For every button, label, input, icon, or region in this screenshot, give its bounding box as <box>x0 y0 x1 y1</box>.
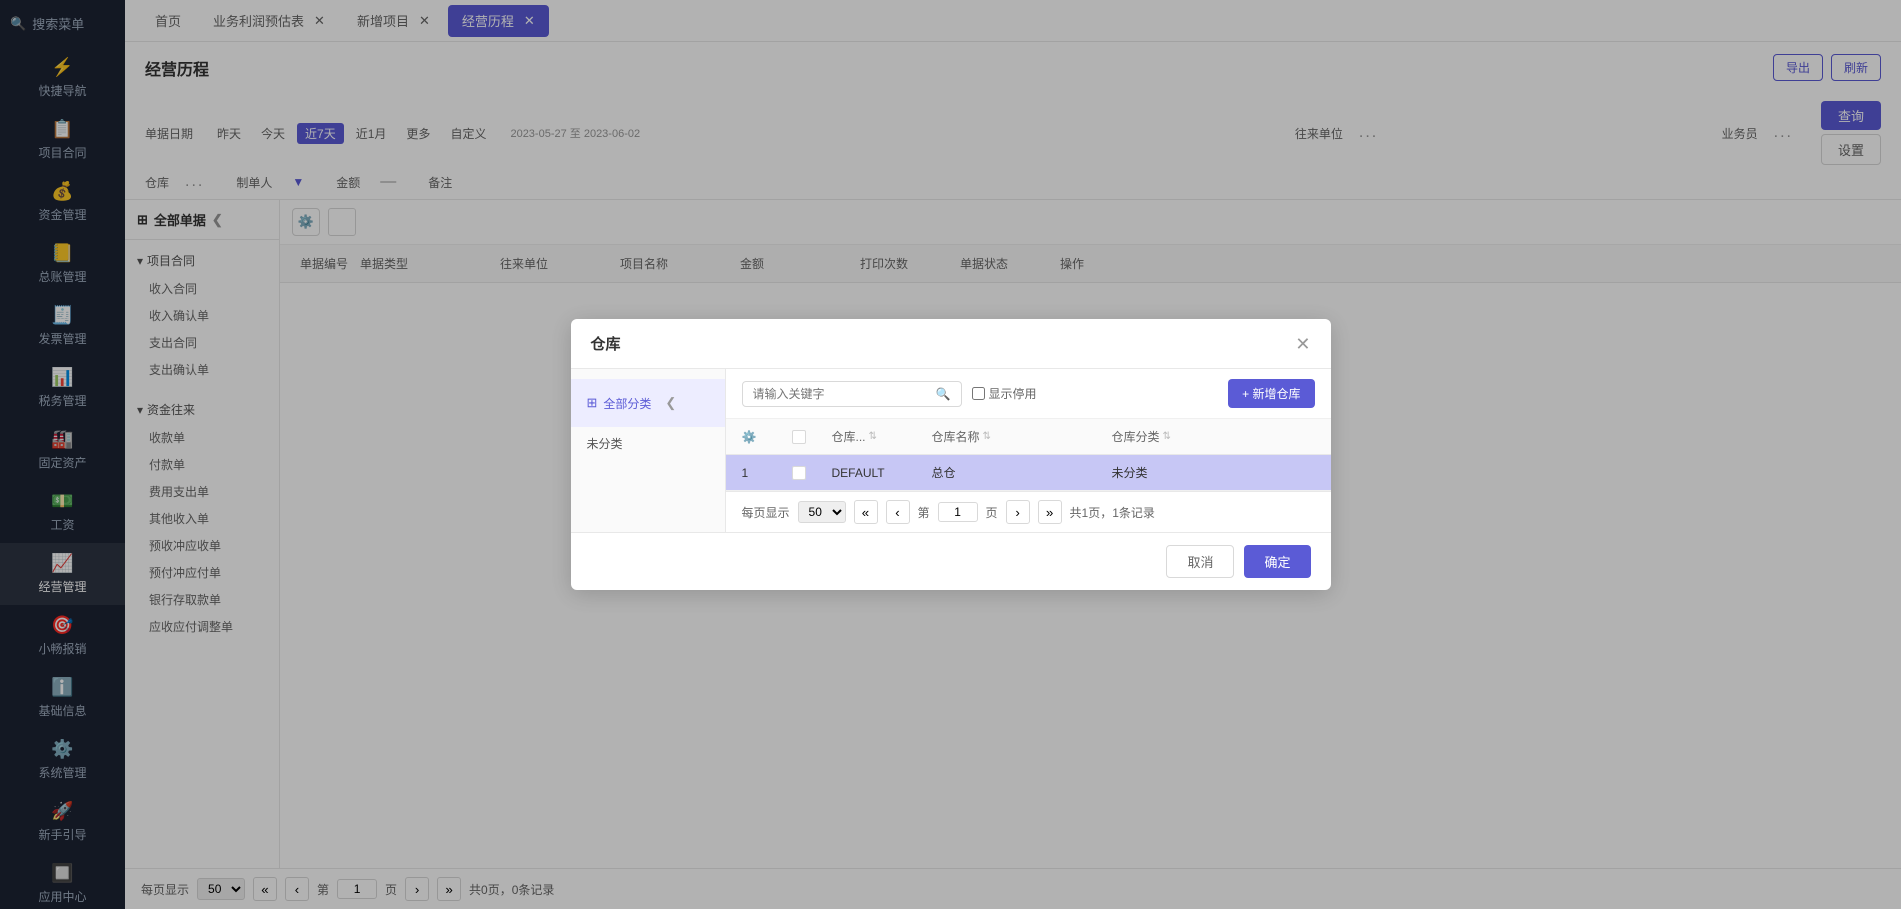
modal-overlay: 仓库 ✕ ⊞ 全部分类 ❮ 未分类 <box>0 0 1901 909</box>
modal-first-page[interactable]: « <box>854 500 878 524</box>
modal-check-all[interactable] <box>792 430 806 444</box>
confirm-button[interactable]: 确定 <box>1244 545 1310 578</box>
modal-left-uncat[interactable]: 未分类 <box>571 427 725 460</box>
modal-header: 仓库 ✕ <box>571 319 1331 369</box>
show-disabled-checkbox[interactable] <box>972 387 985 400</box>
search-icon-modal: 🔍 <box>936 387 951 401</box>
modal-left-panel: ⊞ 全部分类 ❮ 未分类 <box>571 369 726 532</box>
modal-search-input[interactable] <box>753 387 930 401</box>
modal-page-input[interactable] <box>938 502 978 522</box>
modal-next-page[interactable]: › <box>1006 500 1030 524</box>
modal-td-category: 未分类 <box>1104 455 1284 490</box>
modal-td-check <box>784 455 824 490</box>
row-checkbox-1[interactable] <box>792 466 806 480</box>
modal-left-all[interactable]: ⊞ 全部分类 ❮ <box>571 379 725 427</box>
modal-table: ⚙️ 仓库...⇅ 仓库名称⇅ 仓库分类⇅ <box>726 419 1331 491</box>
modal-last-page[interactable]: » <box>1038 500 1062 524</box>
modal-total-text: 共1页，1条记录 <box>1070 504 1155 521</box>
warehouse-modal: 仓库 ✕ ⊞ 全部分类 ❮ 未分类 <box>571 319 1331 590</box>
modal-th-gear: ⚙️ <box>734 419 784 454</box>
modal-pagination: 每页显示 50 « ‹ 第 页 › » 共1页，1条记录 <box>726 491 1331 532</box>
modal-title: 仓库 <box>591 333 621 354</box>
modal-page-label: 第 <box>918 504 930 521</box>
grid-icon-modal: ⊞ <box>587 395 598 411</box>
modal-th-check <box>784 419 824 454</box>
modal-close-btn[interactable]: ✕ <box>1295 335 1310 353</box>
modal-td-code: DEFAULT <box>824 455 924 490</box>
modal-left-collapse[interactable]: ❮ <box>657 387 684 419</box>
modal-page-size-label: 每页显示 <box>742 504 790 521</box>
modal-th-category: 仓库分类⇅ <box>1104 419 1284 454</box>
modal-actions: 取消 确定 <box>571 532 1331 590</box>
modal-body: ⊞ 全部分类 ❮ 未分类 🔍 显示停用 <box>571 369 1331 532</box>
modal-page-label2: 页 <box>986 504 998 521</box>
modal-td-num: 1 <box>734 455 784 490</box>
modal-th-name: 仓库名称⇅ <box>924 419 1104 454</box>
modal-page-size-select[interactable]: 50 <box>798 501 846 523</box>
show-disabled-label[interactable]: 显示停用 <box>972 385 1037 402</box>
modal-table-header: ⚙️ 仓库...⇅ 仓库名称⇅ 仓库分类⇅ <box>726 419 1331 455</box>
add-warehouse-button[interactable]: + 新增仓库 <box>1228 379 1314 408</box>
cancel-button[interactable]: 取消 <box>1166 545 1234 578</box>
modal-right-panel: 🔍 显示停用 + 新增仓库 ⚙️ <box>726 369 1331 532</box>
modal-toolbar: 🔍 显示停用 + 新增仓库 <box>726 369 1331 419</box>
table-row[interactable]: 1 DEFAULT 总仓 未分类 <box>726 455 1331 491</box>
modal-search-container: 🔍 <box>742 381 962 407</box>
modal-td-name: 总仓 <box>924 455 1104 490</box>
modal-prev-page[interactable]: ‹ <box>886 500 910 524</box>
modal-th-code: 仓库...⇅ <box>824 419 924 454</box>
